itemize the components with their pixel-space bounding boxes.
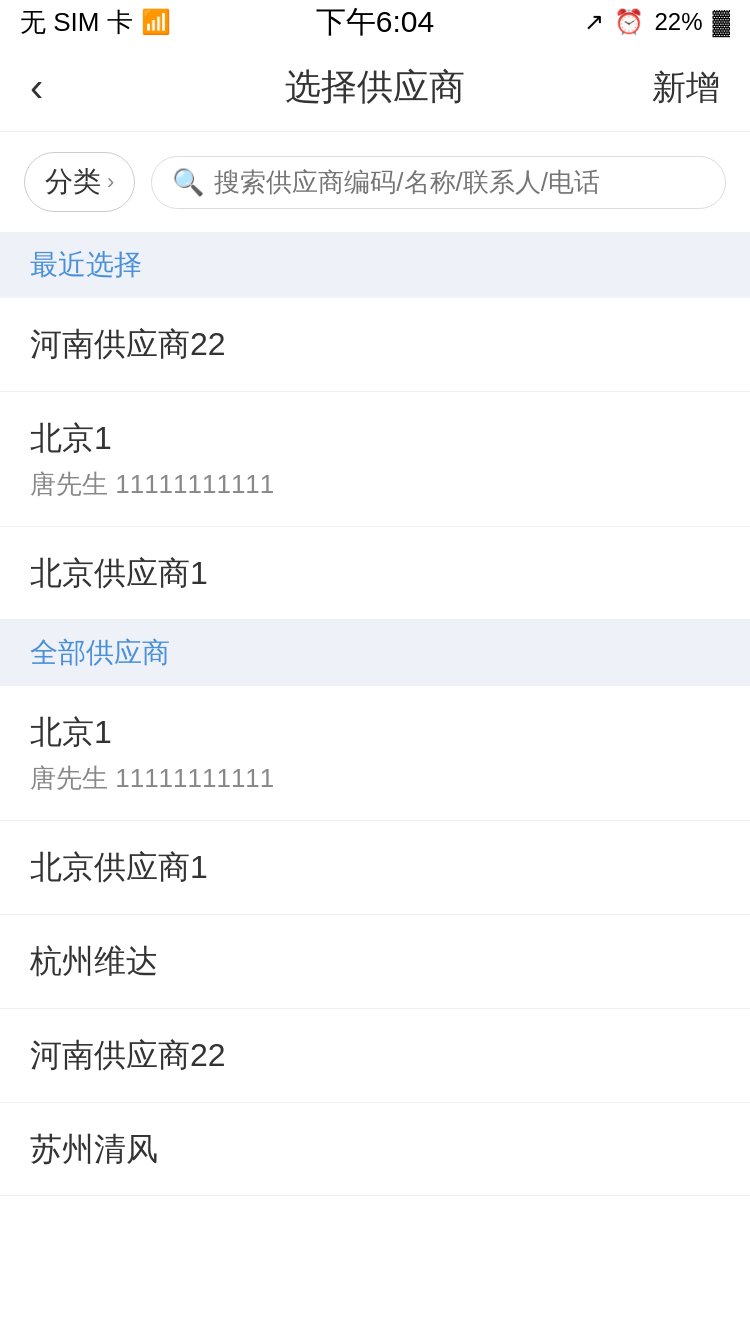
nav-bar: ‹ 选择供应商 新增 [0, 44, 750, 132]
sim-status: 无 SIM 卡 [20, 5, 133, 40]
item-name: 河南供应商22 [30, 1033, 720, 1078]
category-button[interactable]: 分类 › [24, 152, 135, 212]
location-icon: ↗ [584, 8, 604, 36]
list-item[interactable]: 北京1 唐先生 11111111111 [0, 392, 750, 527]
status-time: 下午6:04 [316, 2, 434, 43]
battery-level: 22% [654, 8, 702, 36]
item-sub: 唐先生 11111111111 [30, 467, 720, 502]
item-name: 北京供应商1 [30, 845, 720, 890]
list-item[interactable]: 杭州维达 [0, 915, 750, 1009]
recent-section-header: 最近选择 [0, 232, 750, 298]
all-list: 北京1 唐先生 11111111111 北京供应商1 杭州维达河南供应商22 苏州清风 [0, 686, 750, 1196]
search-box[interactable]: 🔍 [151, 156, 726, 209]
item-name: 杭州维达 [30, 939, 720, 984]
item-name: 北京供应商1 [30, 551, 720, 596]
search-area: 分类 › 🔍 [0, 132, 750, 232]
item-name: 北京1 [30, 710, 720, 755]
list-item[interactable]: 北京供应商1 [0, 527, 750, 621]
status-right: ↗ ⏰ 22% ▓ [584, 8, 730, 36]
search-icon: 🔍 [172, 167, 204, 198]
list-item[interactable]: 苏州清风 [0, 1103, 750, 1197]
all-section-header: 全部供应商 [0, 620, 750, 686]
item-name: 河南供应商22 [30, 322, 720, 367]
item-name: 苏州清风 [30, 1127, 720, 1172]
item-name: 北京1 [30, 416, 720, 461]
recent-list: 河南供应商22 北京1 唐先生 11111111111 北京供应商1 [0, 298, 750, 620]
list-item[interactable]: 河南供应商22 [0, 1009, 750, 1103]
list-item[interactable]: 河南供应商22 [0, 298, 750, 392]
wifi-icon: 📶 [141, 8, 171, 36]
all-section-label: 全部供应商 [30, 637, 170, 668]
battery-icon: ▓ [713, 8, 731, 36]
status-left: 无 SIM 卡 📶 [20, 5, 171, 40]
clock-icon: ⏰ [614, 8, 644, 36]
back-button[interactable]: ‹ [20, 55, 53, 120]
list-item[interactable]: 北京1 唐先生 11111111111 [0, 686, 750, 821]
list-item[interactable]: 北京供应商1 [0, 821, 750, 915]
category-label: 分类 [45, 163, 101, 201]
recent-section-label: 最近选择 [30, 249, 142, 280]
add-button[interactable]: 新增 [652, 65, 720, 111]
item-sub: 唐先生 11111111111 [30, 761, 720, 796]
status-bar: 无 SIM 卡 📶 下午6:04 ↗ ⏰ 22% ▓ [0, 0, 750, 44]
search-input[interactable] [214, 167, 705, 198]
page-title: 选择供应商 [285, 63, 465, 112]
chevron-right-icon: › [107, 169, 114, 195]
